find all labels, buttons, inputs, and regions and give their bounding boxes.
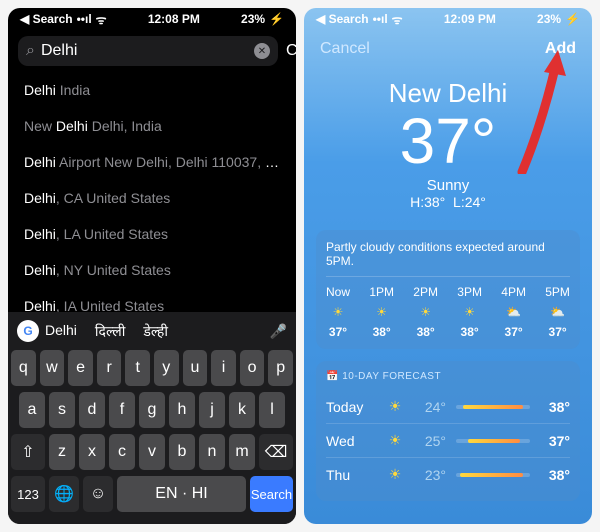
weather-icon: ☀ — [384, 432, 406, 449]
forecast-header: 📅 10-DAY FORECAST — [326, 371, 570, 382]
key-w[interactable]: w — [40, 350, 65, 386]
mic-icon[interactable]: 🎤 — [270, 323, 287, 340]
high-low: H:38° L:24° — [304, 194, 592, 210]
hour-col: 1PM☀38° — [369, 285, 394, 339]
daily-row[interactable]: Today☀24°38° — [326, 390, 570, 423]
forecast-card[interactable]: 📅 10-DAY FORECAST Today☀24°38°Wed☀25°37°… — [316, 361, 580, 501]
back-search[interactable]: ◀ Search — [20, 12, 73, 26]
key-o[interactable]: o — [240, 350, 265, 386]
keyboard: G Delhi दिल्ली डेल्ही 🎤 qwertyuiop asdfghj… — [8, 312, 296, 524]
google-icon[interactable]: G — [17, 320, 39, 342]
key-u[interactable]: u — [183, 350, 208, 386]
key-t[interactable]: t — [125, 350, 150, 386]
weather-icon: ☀ — [384, 398, 406, 415]
weather-icon: ☀ — [376, 305, 387, 319]
search-screen: ◀ Search ••ıl ᯤ 12:08 PM 23% ⚡ ⌕ ✕ Cance… — [8, 8, 296, 524]
nav-row: Cancel Add — [304, 30, 592, 68]
cancel-button[interactable]: Cancel — [320, 40, 370, 58]
key-a[interactable]: a — [19, 392, 45, 428]
search-row: ⌕ ✕ Cancel — [8, 30, 296, 72]
result-item[interactable]: Delhi India — [8, 72, 296, 108]
battery-percent: 23% — [537, 12, 561, 26]
key-c[interactable]: c — [109, 434, 135, 470]
key-123[interactable]: 123 — [11, 476, 45, 512]
key-⇧[interactable]: ⇧ — [11, 434, 45, 470]
weather-screen: ◀ Search ••ıl ᯤ 12:09 PM 23% ⚡ Cancel Ad… — [304, 8, 592, 524]
key-m[interactable]: m — [229, 434, 255, 470]
key-g[interactable]: g — [139, 392, 165, 428]
key-🌐[interactable]: 🌐 — [49, 476, 79, 512]
hourly-card[interactable]: Partly cloudy conditions expected around… — [316, 230, 580, 349]
cancel-button[interactable]: Cancel — [286, 42, 296, 60]
search-icon: ⌕ — [26, 42, 35, 60]
weather-icon: ☀ — [333, 305, 344, 319]
clock: 12:08 PM — [148, 12, 200, 26]
add-button[interactable]: Add — [545, 40, 576, 58]
key-r[interactable]: r — [97, 350, 122, 386]
key-☺[interactable]: ☺ — [83, 476, 113, 512]
key-n[interactable]: n — [199, 434, 225, 470]
key-l[interactable]: l — [259, 392, 285, 428]
result-item[interactable]: Delhi, LA United States — [8, 216, 296, 252]
key-h[interactable]: h — [169, 392, 195, 428]
result-item[interactable]: Delhi, NY United States — [8, 252, 296, 288]
daily-row[interactable]: Wed☀25°37° — [326, 423, 570, 457]
wifi-icon: ᯤ — [96, 11, 107, 28]
hour-col: 4PM⛅37° — [501, 285, 526, 339]
key-j[interactable]: j — [199, 392, 225, 428]
hour-col: 5PM⛅37° — [545, 285, 570, 339]
weather-icon: ⛅ — [506, 305, 521, 319]
hourly-summary: Partly cloudy conditions expected around… — [326, 240, 570, 268]
key-e[interactable]: e — [68, 350, 93, 386]
weather-summary: New Delhi 37° Sunny H:38° L:24° — [304, 68, 592, 224]
hour-col: 3PM☀38° — [457, 285, 482, 339]
suggestion[interactable]: दिल्ली — [95, 322, 126, 341]
wifi-icon: ᯤ — [392, 11, 403, 28]
result-item[interactable]: Delhi, CA United States — [8, 180, 296, 216]
result-item[interactable]: Delhi Airport New Delhi, Delhi 110037, I… — [8, 144, 296, 180]
key-x[interactable]: x — [79, 434, 105, 470]
result-item[interactable]: New Delhi Delhi, India — [8, 108, 296, 144]
weather-icon: ☀ — [420, 305, 431, 319]
weather-icon: ☀ — [384, 466, 406, 483]
key-d[interactable]: d — [79, 392, 105, 428]
result-item[interactable]: Delhi, IA United States — [8, 288, 296, 312]
suggestion-bar: G Delhi दिल्ली डेल्ही 🎤 — [11, 316, 293, 350]
key-v[interactable]: v — [139, 434, 165, 470]
results-list: Delhi IndiaNew Delhi Delhi, IndiaDelhi A… — [8, 72, 296, 312]
key-p[interactable]: p — [268, 350, 293, 386]
daily-row[interactable]: Thu☀23°38° — [326, 457, 570, 491]
signal-icon: ••ıl — [77, 12, 92, 26]
signal-icon: ••ıl — [373, 12, 388, 26]
search-box[interactable]: ⌕ ✕ — [18, 36, 278, 66]
hour-col: 2PM☀38° — [413, 285, 438, 339]
key-z[interactable]: z — [49, 434, 75, 470]
status-bar: ◀ Search ••ıl ᯤ 12:09 PM 23% ⚡ — [304, 8, 592, 30]
suggestion[interactable]: Delhi — [45, 322, 77, 341]
key-en · hi[interactable]: EN · HI — [117, 476, 246, 512]
battery-percent: 23% — [241, 12, 265, 26]
key-b[interactable]: b — [169, 434, 195, 470]
key-s[interactable]: s — [49, 392, 75, 428]
key-y[interactable]: y — [154, 350, 179, 386]
key-i[interactable]: i — [211, 350, 236, 386]
key-q[interactable]: q — [11, 350, 36, 386]
suggestion[interactable]: डेल्ही — [143, 322, 168, 341]
charge-icon: ⚡ — [565, 12, 580, 26]
charge-icon: ⚡ — [269, 12, 284, 26]
key-k[interactable]: k — [229, 392, 255, 428]
status-bar: ◀ Search ••ıl ᯤ 12:08 PM 23% ⚡ — [8, 8, 296, 30]
key-f[interactable]: f — [109, 392, 135, 428]
weather-icon: ⛅ — [550, 305, 565, 319]
hour-col: Now☀37° — [326, 285, 350, 339]
weather-icon: ☀ — [464, 305, 475, 319]
key-search[interactable]: Search — [250, 476, 293, 512]
search-input[interactable] — [41, 42, 248, 60]
clear-icon[interactable]: ✕ — [254, 43, 270, 59]
back-search[interactable]: ◀ Search — [316, 12, 369, 26]
current-temp: 37° — [304, 109, 592, 173]
clock: 12:09 PM — [444, 12, 496, 26]
condition: Sunny — [304, 177, 592, 194]
key-⌫[interactable]: ⌫ — [259, 434, 293, 470]
